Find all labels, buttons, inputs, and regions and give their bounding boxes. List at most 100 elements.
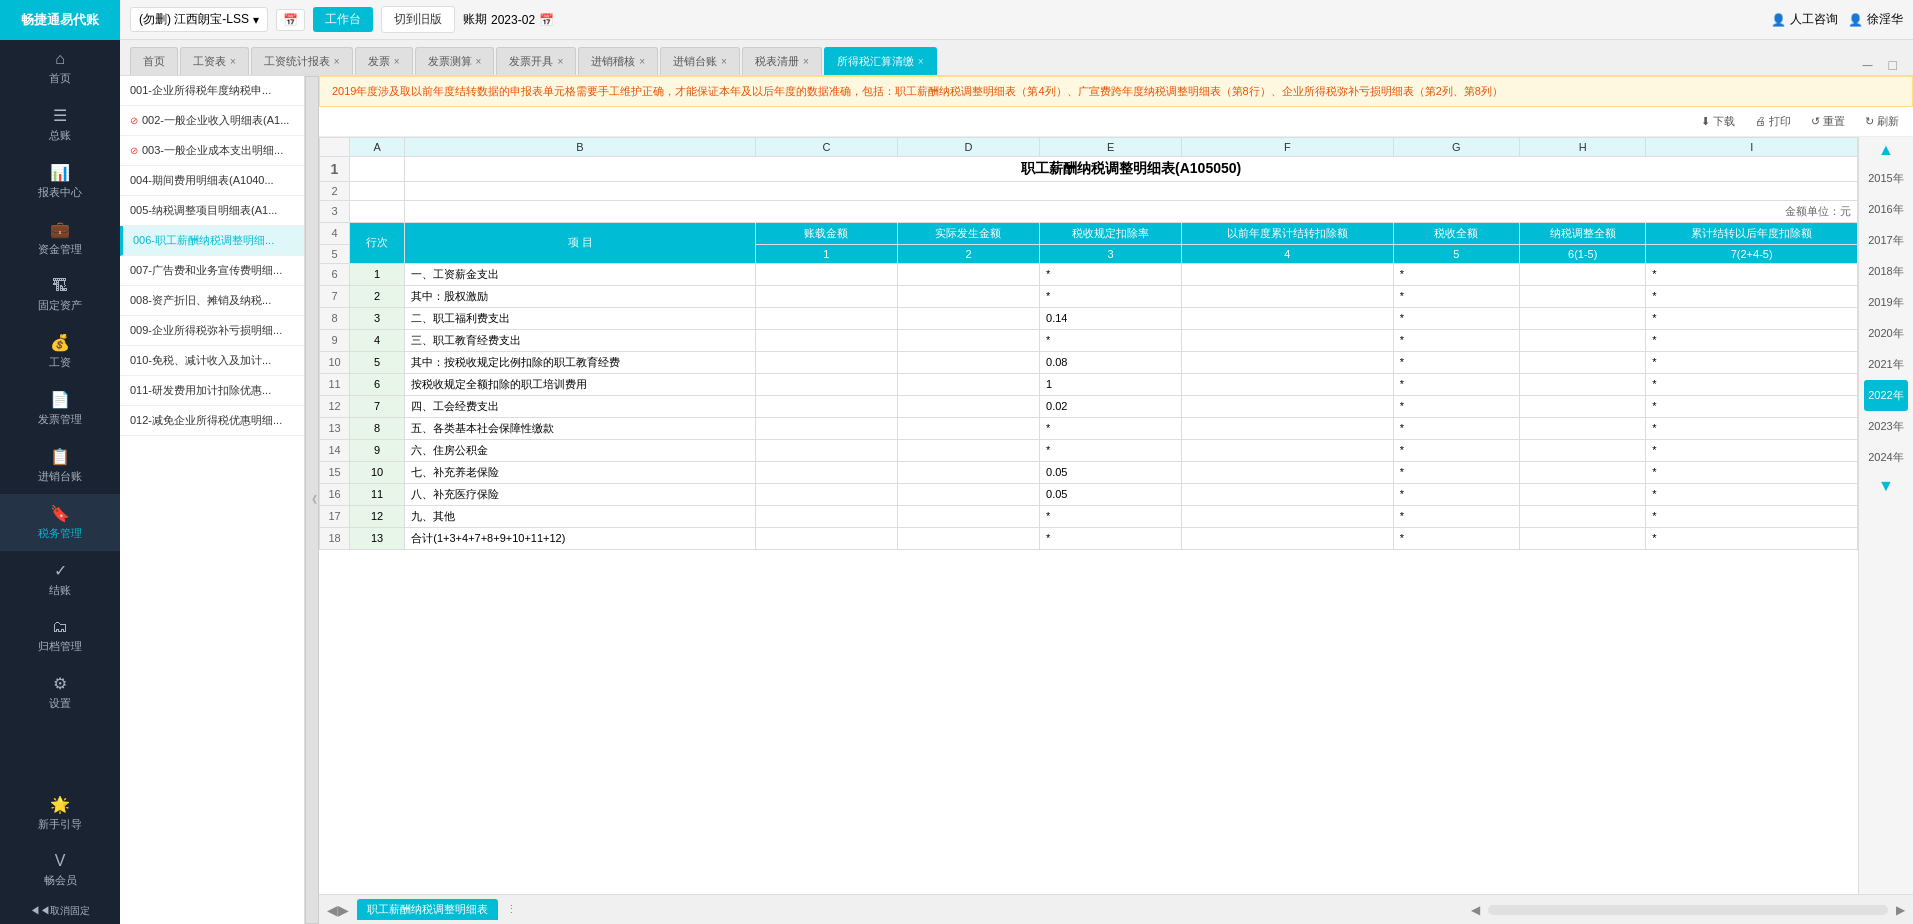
row-g[interactable]: * — [1393, 527, 1519, 549]
sidebar-item-guide[interactable]: 🌟 新手引导 — [0, 785, 120, 842]
year-nav-item[interactable]: 2015年 — [1864, 163, 1907, 194]
cancel-fixed-btn[interactable]: ◀◀取消固定 — [0, 898, 120, 924]
row-d[interactable] — [897, 439, 1039, 461]
row-xuhao[interactable]: 6 — [350, 373, 405, 395]
row-e[interactable]: * — [1040, 329, 1182, 351]
row-h[interactable] — [1520, 329, 1646, 351]
row-f[interactable] — [1182, 329, 1394, 351]
workspace-button[interactable]: 工作台 — [313, 7, 373, 32]
left-panel-item-007[interactable]: 007-广告费和业务宣传费明细... — [120, 256, 304, 286]
row-f[interactable] — [1182, 439, 1394, 461]
sidebar-item-archive[interactable]: 🗂 归档管理 — [0, 608, 120, 664]
panel-collapse-button[interactable]: 《 — [305, 76, 319, 924]
row-f[interactable] — [1182, 307, 1394, 329]
tab-minimize-icon[interactable]: ─ — [1857, 55, 1879, 75]
row-f[interactable] — [1182, 527, 1394, 549]
year-nav-item[interactable]: 2018年 — [1864, 256, 1907, 287]
tab-purchase-ledger[interactable]: 进销台账 × — [660, 47, 740, 75]
row-xiangmu[interactable]: 九、其他 — [405, 505, 756, 527]
row-h[interactable] — [1520, 285, 1646, 307]
row-num[interactable]: 16 — [320, 483, 350, 505]
support-btn[interactable]: 👤 人工咨询 — [1771, 11, 1838, 28]
row-xiangmu[interactable]: 按税收规定全额扣除的职工培训费用 — [405, 373, 756, 395]
row-d[interactable] — [897, 483, 1039, 505]
year-nav-item[interactable]: 2020年 — [1864, 318, 1907, 349]
row-f[interactable] — [1182, 395, 1394, 417]
row-g[interactable]: * — [1393, 395, 1519, 417]
row-i[interactable]: * — [1646, 373, 1858, 395]
company-selector[interactable]: (勿删) 江西朗宝-LSS ▾ — [130, 7, 268, 32]
row-e[interactable]: * — [1040, 439, 1182, 461]
refresh-button[interactable]: ↻ 刷新 — [1859, 111, 1905, 132]
row-e[interactable]: 1 — [1040, 373, 1182, 395]
row-c[interactable] — [755, 505, 897, 527]
tab-close-icon[interactable]: × — [334, 56, 340, 67]
row-h[interactable] — [1520, 395, 1646, 417]
row-h[interactable] — [1520, 417, 1646, 439]
tab-close-icon[interactable]: × — [803, 56, 809, 67]
row-num[interactable]: 8 — [320, 307, 350, 329]
row-xuhao[interactable]: 4 — [350, 329, 405, 351]
row-d[interactable] — [897, 329, 1039, 351]
row-i[interactable]: * — [1646, 395, 1858, 417]
row-h[interactable] — [1520, 373, 1646, 395]
row-g[interactable]: * — [1393, 263, 1519, 285]
row-c[interactable] — [755, 285, 897, 307]
row-xuhao[interactable]: 10 — [350, 461, 405, 483]
row-xiangmu[interactable]: 一、工资薪金支出 — [405, 263, 756, 285]
row-i[interactable]: * — [1646, 527, 1858, 549]
row-c[interactable] — [755, 373, 897, 395]
left-panel-item-012[interactable]: 012-减免企业所得税优惠明细... — [120, 406, 304, 436]
tab-close-icon[interactable]: × — [230, 56, 236, 67]
row-c[interactable] — [755, 439, 897, 461]
row-g[interactable]: * — [1393, 483, 1519, 505]
row-g[interactable]: * — [1393, 505, 1519, 527]
row-num[interactable]: 11 — [320, 373, 350, 395]
row-e[interactable]: * — [1040, 527, 1182, 549]
row-f[interactable] — [1182, 285, 1394, 307]
row-num[interactable]: 7 — [320, 285, 350, 307]
row-c[interactable] — [755, 417, 897, 439]
year-nav-down[interactable]: ▼ — [1874, 473, 1898, 499]
tab-invoice[interactable]: 发票 × — [355, 47, 413, 75]
left-panel-item-005[interactable]: 005-纳税调整项目明细表(A1... — [120, 196, 304, 226]
row-g[interactable]: * — [1393, 439, 1519, 461]
row-h[interactable] — [1520, 505, 1646, 527]
row-i[interactable]: * — [1646, 483, 1858, 505]
row-e[interactable]: * — [1040, 263, 1182, 285]
row-num[interactable]: 15 — [320, 461, 350, 483]
sidebar-item-purchase-sales[interactable]: 📋 进销台账 — [0, 437, 120, 494]
row-f[interactable] — [1182, 351, 1394, 373]
horizontal-scrollbar[interactable] — [1488, 905, 1888, 915]
row-e[interactable]: 0.02 — [1040, 395, 1182, 417]
sidebar-item-ledger[interactable]: ☰ 总账 — [0, 96, 120, 153]
row-xiangmu[interactable]: 三、职工教育经费支出 — [405, 329, 756, 351]
row-xiangmu[interactable]: 六、住房公积金 — [405, 439, 756, 461]
row-i[interactable]: * — [1646, 439, 1858, 461]
row-g[interactable]: * — [1393, 285, 1519, 307]
year-nav-item[interactable]: 2016年 — [1864, 194, 1907, 225]
row-num[interactable]: 9 — [320, 329, 350, 351]
sidebar-item-salary[interactable]: 💰 工资 — [0, 323, 120, 380]
tab-close-icon[interactable]: × — [639, 56, 645, 67]
row-d[interactable] — [897, 417, 1039, 439]
row-xiangmu[interactable]: 四、工会经费支出 — [405, 395, 756, 417]
tab-salary-report[interactable]: 工资统计报表 × — [251, 47, 353, 75]
row-e[interactable]: 0.08 — [1040, 351, 1182, 373]
calendar-icon-btn[interactable]: 📅 — [276, 9, 305, 31]
row-i[interactable]: * — [1646, 263, 1858, 285]
row-xuhao[interactable]: 13 — [350, 527, 405, 549]
row-e[interactable]: 0.14 — [1040, 307, 1182, 329]
row-i[interactable]: * — [1646, 505, 1858, 527]
row-e[interactable]: * — [1040, 417, 1182, 439]
row-c[interactable] — [755, 483, 897, 505]
sheet-nav-right[interactable]: ▶ — [338, 902, 349, 918]
download-button[interactable]: ⬇ 下载 — [1695, 111, 1741, 132]
row-h[interactable] — [1520, 527, 1646, 549]
tab-invoice-calc[interactable]: 发票测算 × — [415, 47, 495, 75]
left-panel-item-001[interactable]: 001-企业所得税年度纳税申... — [120, 76, 304, 106]
row-h[interactable] — [1520, 483, 1646, 505]
tab-salary[interactable]: 工资表 × — [180, 47, 249, 75]
row-d[interactable] — [897, 461, 1039, 483]
sheet-tab[interactable]: 职工薪酬纳税调整明细表 — [357, 899, 498, 920]
